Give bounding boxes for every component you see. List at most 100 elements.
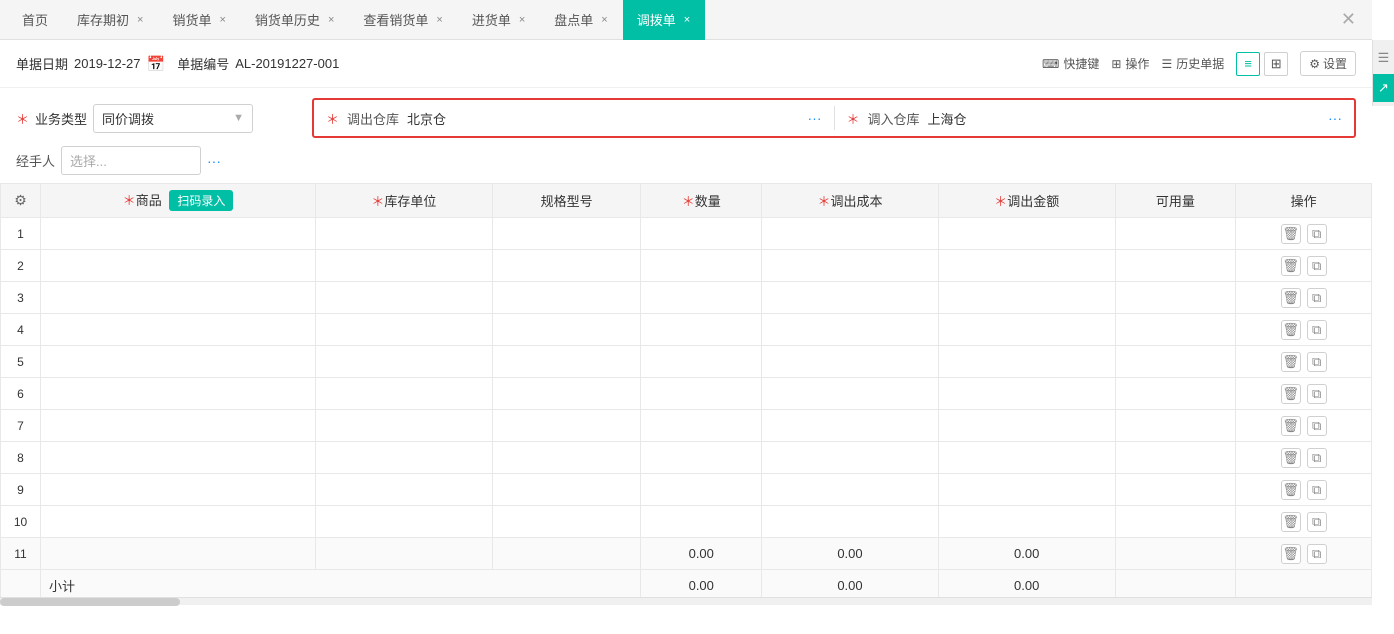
- product-cell[interactable]: [41, 442, 316, 474]
- unit-cell[interactable]: [316, 250, 493, 282]
- spec-cell[interactable]: [492, 346, 641, 378]
- available-cell[interactable]: [1115, 506, 1236, 538]
- copy-icon[interactable]: ⧉: [1307, 224, 1327, 244]
- product-cell[interactable]: [41, 474, 316, 506]
- tab-view-sales[interactable]: 查看销货单×: [349, 0, 457, 40]
- horizontal-scrollbar[interactable]: [0, 597, 1372, 605]
- sidebar-external-icon[interactable]: ↗: [1373, 74, 1394, 102]
- spec-cell[interactable]: [492, 250, 641, 282]
- spec-cell[interactable]: [492, 474, 641, 506]
- cost-cell[interactable]: [762, 474, 939, 506]
- delete-icon[interactable]: 🗑: [1281, 224, 1301, 244]
- cost-cell[interactable]: [762, 442, 939, 474]
- available-cell[interactable]: [1115, 474, 1236, 506]
- history-doc-btn[interactable]: ☰ 历史单据: [1161, 55, 1224, 72]
- unit-cell[interactable]: [316, 218, 493, 250]
- out-warehouse-more-icon[interactable]: ···: [808, 110, 822, 126]
- available-cell[interactable]: [1115, 218, 1236, 250]
- tab-close-transfer[interactable]: ×: [684, 14, 690, 26]
- qty-cell[interactable]: [641, 378, 762, 410]
- quick-key-btn[interactable]: ⌨ 快捷键: [1042, 55, 1099, 72]
- available-cell[interactable]: [1115, 410, 1236, 442]
- copy-icon[interactable]: ⧉: [1307, 512, 1327, 532]
- available-cell[interactable]: [1115, 442, 1236, 474]
- unit-cell[interactable]: [316, 442, 493, 474]
- delete-icon[interactable]: 🗑: [1281, 448, 1301, 468]
- layout-list-btn[interactable]: ≡: [1236, 52, 1260, 76]
- cost-cell[interactable]: [762, 282, 939, 314]
- amount-cell[interactable]: [938, 442, 1115, 474]
- tab-close-sales-order[interactable]: ×: [219, 14, 225, 26]
- cost-cell[interactable]: [762, 346, 939, 378]
- tab-sales-order[interactable]: 销货单×: [158, 0, 240, 40]
- product-cell[interactable]: [41, 378, 316, 410]
- close-window-icon[interactable]: ✕: [1333, 9, 1364, 30]
- unit-cell[interactable]: [316, 282, 493, 314]
- layout-grid-btn[interactable]: ⊞: [1264, 52, 1288, 76]
- unit-cell[interactable]: [316, 474, 493, 506]
- amount-cell[interactable]: [938, 250, 1115, 282]
- copy-icon[interactable]: ⧉: [1307, 384, 1327, 404]
- qty-cell[interactable]: [641, 410, 762, 442]
- product-cell[interactable]: [41, 506, 316, 538]
- unit-cell[interactable]: [316, 506, 493, 538]
- amount-cell[interactable]: [938, 378, 1115, 410]
- copy-icon[interactable]: ⧉: [1307, 544, 1327, 564]
- tab-close-inventory-count[interactable]: ×: [601, 14, 607, 26]
- person-select[interactable]: 选择...: [61, 146, 201, 175]
- spec-cell[interactable]: [492, 378, 641, 410]
- cost-cell[interactable]: [762, 378, 939, 410]
- product-cell[interactable]: [41, 250, 316, 282]
- business-type-select[interactable]: 同价调拨 ▼: [93, 104, 253, 133]
- amount-cell[interactable]: [938, 314, 1115, 346]
- product-cell[interactable]: [41, 218, 316, 250]
- delete-icon[interactable]: 🗑: [1281, 256, 1301, 276]
- copy-icon[interactable]: ⧉: [1307, 352, 1327, 372]
- product-cell[interactable]: [41, 410, 316, 442]
- qty-cell[interactable]: [641, 250, 762, 282]
- product-cell[interactable]: [41, 282, 316, 314]
- tab-close-purchase[interactable]: ×: [519, 14, 525, 26]
- copy-icon[interactable]: ⧉: [1307, 256, 1327, 276]
- cost-cell[interactable]: [762, 250, 939, 282]
- delete-icon[interactable]: 🗑: [1281, 352, 1301, 372]
- available-cell[interactable]: [1115, 346, 1236, 378]
- unit-cell[interactable]: [316, 378, 493, 410]
- qty-cell[interactable]: [641, 442, 762, 474]
- in-warehouse-more-icon[interactable]: ···: [1328, 110, 1342, 126]
- qty-cell[interactable]: [641, 314, 762, 346]
- spec-cell[interactable]: [492, 410, 641, 442]
- tab-sales-history[interactable]: 销货单历史×: [241, 0, 349, 40]
- tab-home[interactable]: 首页: [8, 0, 63, 40]
- spec-cell[interactable]: [492, 506, 641, 538]
- unit-cell[interactable]: [316, 314, 493, 346]
- delete-icon[interactable]: 🗑: [1281, 544, 1301, 564]
- available-cell[interactable]: [1115, 378, 1236, 410]
- tab-close-sales-history[interactable]: ×: [328, 14, 334, 26]
- delete-icon[interactable]: 🗑: [1281, 384, 1301, 404]
- delete-icon[interactable]: 🗑: [1281, 416, 1301, 436]
- tab-purchase[interactable]: 进货单×: [458, 0, 540, 40]
- copy-icon[interactable]: ⧉: [1307, 448, 1327, 468]
- available-cell[interactable]: [1115, 282, 1236, 314]
- cost-cell[interactable]: [762, 314, 939, 346]
- cost-cell[interactable]: [762, 218, 939, 250]
- amount-cell[interactable]: [938, 474, 1115, 506]
- spec-cell[interactable]: [492, 314, 641, 346]
- qty-cell[interactable]: [641, 218, 762, 250]
- th-gear[interactable]: ⚙: [1, 184, 41, 218]
- delete-icon[interactable]: 🗑: [1281, 320, 1301, 340]
- available-cell[interactable]: [1115, 314, 1236, 346]
- available-cell[interactable]: [1115, 250, 1236, 282]
- cost-cell[interactable]: [762, 506, 939, 538]
- copy-icon[interactable]: ⧉: [1307, 320, 1327, 340]
- gear-icon[interactable]: ⚙: [14, 192, 27, 208]
- person-more-icon[interactable]: ···: [207, 153, 221, 169]
- spec-cell[interactable]: [492, 218, 641, 250]
- amount-cell[interactable]: [938, 218, 1115, 250]
- delete-icon[interactable]: 🗑: [1281, 288, 1301, 308]
- product-cell[interactable]: [41, 346, 316, 378]
- tab-inventory-count[interactable]: 盘点单×: [540, 0, 622, 40]
- qty-cell[interactable]: [641, 506, 762, 538]
- unit-cell[interactable]: [316, 410, 493, 442]
